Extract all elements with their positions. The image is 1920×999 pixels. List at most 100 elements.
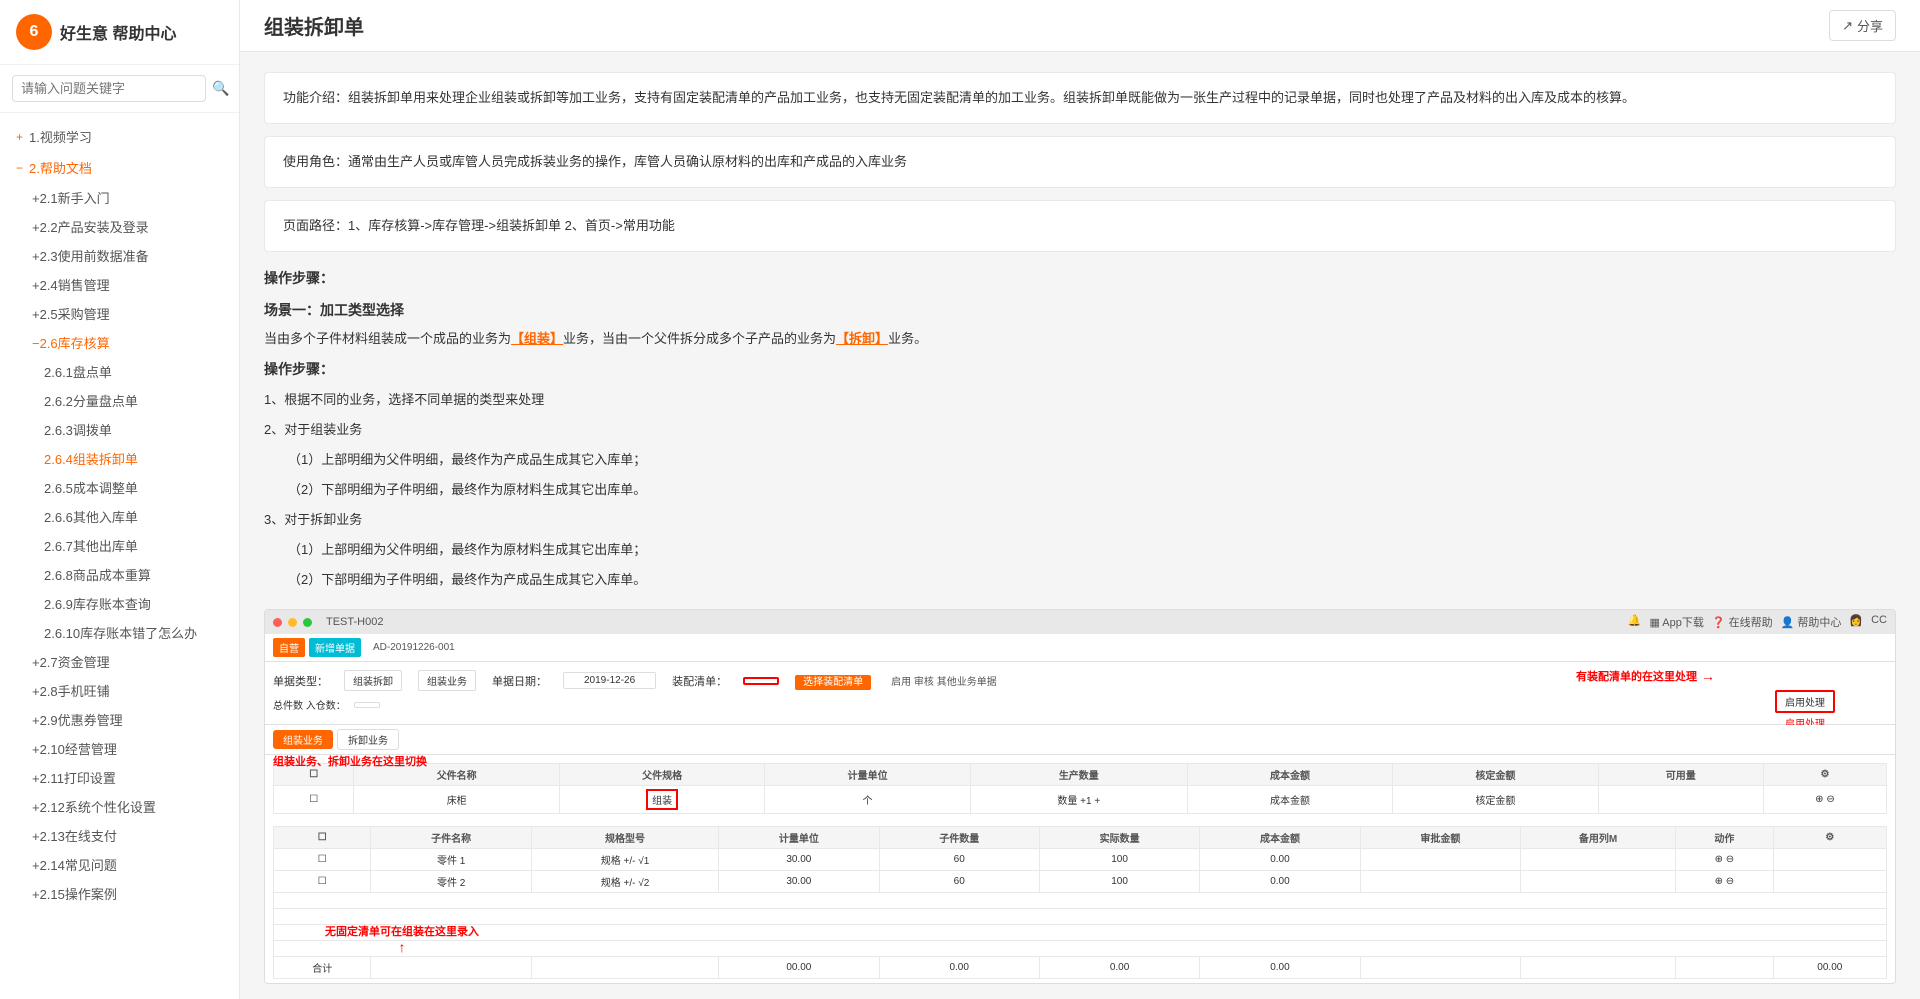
sidebar-item-print[interactable]: +2.11打印设置 (0, 763, 239, 792)
sidebar-item-partcount[interactable]: 2.6.2分量盘点单 (0, 386, 239, 415)
select-assembly-btn[interactable]: 选择装配清单 (795, 675, 871, 690)
annotation2-text: 组装业务、拆卸业务在这里切换 (273, 753, 427, 769)
cell-avail (1598, 786, 1763, 814)
cell-child-qty2: 60 (879, 871, 1039, 893)
browser-min (288, 618, 297, 627)
sidebar-item-operations[interactable]: +2.10经营管理 (0, 734, 239, 763)
parent-items-table: ☐ 父件名称 父件规格 计量单位 生产数量 成本金额 核定金额 可用量 ⚙ (273, 763, 1887, 814)
home-tab[interactable]: 自营 (273, 638, 305, 657)
assembly-list-select[interactable] (743, 677, 779, 685)
disassemble-tab[interactable]: 拆卸业务 (337, 729, 399, 750)
sidebar-item-other-in[interactable]: 2.6.6其他入库单 (0, 502, 239, 531)
sidebar-item-docs[interactable]: − 2.帮助文档 (0, 152, 239, 183)
logo-area: 6 好生意 帮助中心 (0, 0, 239, 65)
step2-sub2: （2）下部明细为子件明细，最终作为原材料生成其它出库单。 (264, 477, 1896, 503)
search-icon[interactable]: 🔍 (212, 80, 229, 97)
empty-row2 (274, 909, 1887, 925)
type-tabs: 组装业务 拆卸业务 (273, 729, 1887, 750)
use-btn[interactable]: 启用处理 (1775, 690, 1835, 713)
cell-child-qty1: 60 (879, 849, 1039, 871)
doc-subtype-select[interactable]: 组装业务 (418, 670, 476, 691)
expand-icon: + (32, 800, 40, 815)
empty-row1 (274, 893, 1887, 909)
step3-sub2: （2）下部明细为子件明细，最终作为产成品生成其它入库单。 (264, 567, 1896, 593)
cell-op2 (1773, 871, 1886, 893)
doc-type-select[interactable]: 组装拆卸 (344, 670, 402, 691)
cell-act1: ⊕ ⊖ (1676, 849, 1773, 871)
form-label-date: 单据日期： (492, 673, 547, 689)
sidebar-item-cost-adjust[interactable]: 2.6.5成本调整单 (0, 473, 239, 502)
new-doc-tab[interactable]: 新增单据 (309, 638, 361, 657)
assembly-tab[interactable]: 组装业务 (273, 730, 333, 749)
col-remark: 备用列M (1521, 827, 1676, 849)
col-qty: 计量单位 (765, 764, 970, 786)
sidebar-item-purchase[interactable]: +2.5采购管理 (0, 299, 239, 328)
table-row (274, 941, 1887, 957)
steps-list: 1、根据不同的业务，选择不同单据的类型来处理 2、对于组装业务 （1）上部明细为… (264, 387, 1896, 593)
sidebar-item-video[interactable]: + 1.视频学习 (0, 121, 239, 152)
cell-child-name1: 零件 1 (371, 849, 531, 871)
sidebar-item-stockcount[interactable]: 2.6.1盘点单 (0, 357, 239, 386)
role-text: 使用角色：通常由生产人员或库管人员完成拆装业务的操作，库管人员确认原材料的出库和… (283, 154, 907, 169)
logo-text: 好生意 帮助中心 (60, 20, 176, 44)
search-input[interactable] (12, 75, 206, 102)
sidebar-item-customize[interactable]: +2.12系统个性化设置 (0, 792, 239, 821)
sidebar-item-faq[interactable]: +2.14常见问题 (0, 850, 239, 879)
doc-date[interactable]: 2019-12-26 (563, 672, 656, 689)
expand-icon: + (32, 220, 40, 235)
count-input[interactable] (354, 702, 380, 708)
user-icon: 👤 帮助中心 (1781, 614, 1842, 630)
cell-total3 (531, 957, 718, 979)
sidebar-item-cases[interactable]: +2.15操作案例 (0, 879, 239, 908)
col-action: ⚙ (1763, 764, 1886, 786)
table-row: ☐ 零件 1 规格 +/- √1 30.00 60 100 0.00 ⊕ ⊖ (274, 849, 1887, 871)
cell-total4: 00.00 (719, 957, 879, 979)
sidebar-item-coupon[interactable]: +2.9优惠券管理 (0, 705, 239, 734)
cell-name: 床柜 (354, 786, 559, 814)
sidebar-item-data-prep[interactable]: +2.3使用前数据准备 (0, 241, 239, 270)
step1: 1、根据不同的业务，选择不同单据的类型来处理 (264, 387, 1896, 413)
annotation4-container: 无固定清单可在组装在这里录入 ↑ (325, 922, 479, 955)
sidebar-item-finance[interactable]: +2.7资金管理 (0, 647, 239, 676)
expand-icon: + (32, 887, 40, 902)
step2: 2、对于组装业务 (264, 417, 1896, 443)
sidebar-item-inventory[interactable]: −2.6库存核算 (0, 328, 239, 357)
collapse-icon: − (32, 336, 40, 351)
sidebar-item-transfer[interactable]: 2.6.3调拨单 (0, 415, 239, 444)
content-area: 功能介绍：组装拆卸单用来处理企业组装或拆卸等加工业务，支持有固定装配清单的产品加… (240, 52, 1920, 999)
sidebar-item-payment[interactable]: +2.13在线支付 (0, 821, 239, 850)
expand-icon: + (32, 191, 40, 206)
sidebar: 6 好生意 帮助中心 🔍 + 1.视频学习 − 2.帮助文档 +2.1新手入门 … (0, 0, 240, 999)
assembly-link[interactable]: 【组装】 (511, 331, 563, 346)
sidebar-item-install[interactable]: +2.2产品安装及登录 (0, 212, 239, 241)
scene1-desc-text: 当由多个子件材料组装成一个成品的业务为【组装】业务，当由一个父件拆分成多个子产品… (264, 331, 927, 346)
share-button[interactable]: ↗ 分享 (1829, 10, 1896, 41)
sidebar-item-newuser[interactable]: +2.1新手入门 (0, 183, 239, 212)
sidebar-item-sales[interactable]: +2.4销售管理 (0, 270, 239, 299)
sidebar-item-other-out[interactable]: 2.6.7其他出库单 (0, 531, 239, 560)
spec-input[interactable]: 组装 (646, 789, 678, 810)
form-label-type: 单据类型： (273, 673, 328, 689)
sidebar-item-mobile[interactable]: +2.8手机旺铺 (0, 676, 239, 705)
cell-total5: 0.00 (879, 957, 1039, 979)
form-label-count: 总件数 入仓数： (273, 697, 346, 712)
cell-child-name2: 零件 2 (371, 871, 531, 893)
sidebar-item-stock-ledger[interactable]: 2.6.9库存账本查询 (0, 589, 239, 618)
cell-total7: 0.00 (1200, 957, 1360, 979)
main-content: 组装拆卸单 ↗ 分享 功能介绍：组装拆卸单用来处理企业组装或拆卸等加工业务，支持… (240, 0, 1920, 999)
sidebar-item-assembly[interactable]: 2.6.4组装拆卸单 (0, 444, 239, 473)
disassembly-link[interactable]: 【拆卸】 (836, 331, 888, 346)
step3: 3、对于拆卸业务 (264, 507, 1896, 533)
sidebar-item-stock-error[interactable]: 2.6.10库存账本错了怎么办 (0, 618, 239, 647)
col-child-qty: 子件数量 (879, 827, 1039, 849)
expand-icon: + (32, 713, 40, 728)
cell-child-act1: 100 (1039, 849, 1199, 871)
col-child-unit: 计量单位 (719, 827, 879, 849)
cell-child-cost1: 0.00 (1200, 849, 1360, 871)
col-child-name: 子件名称 (371, 827, 531, 849)
col-check2: ☐ (274, 827, 371, 849)
table-area-bottom: ☐ 子件名称 规格型号 计量单位 子件数量 实际数量 成本金额 审批金额 备用列… (265, 818, 1895, 983)
sidebar-item-cost-recalc[interactable]: 2.6.8商品成本重算 (0, 560, 239, 589)
cell-child-tot2 (1360, 871, 1520, 893)
col-available: 可用量 (1598, 764, 1763, 786)
